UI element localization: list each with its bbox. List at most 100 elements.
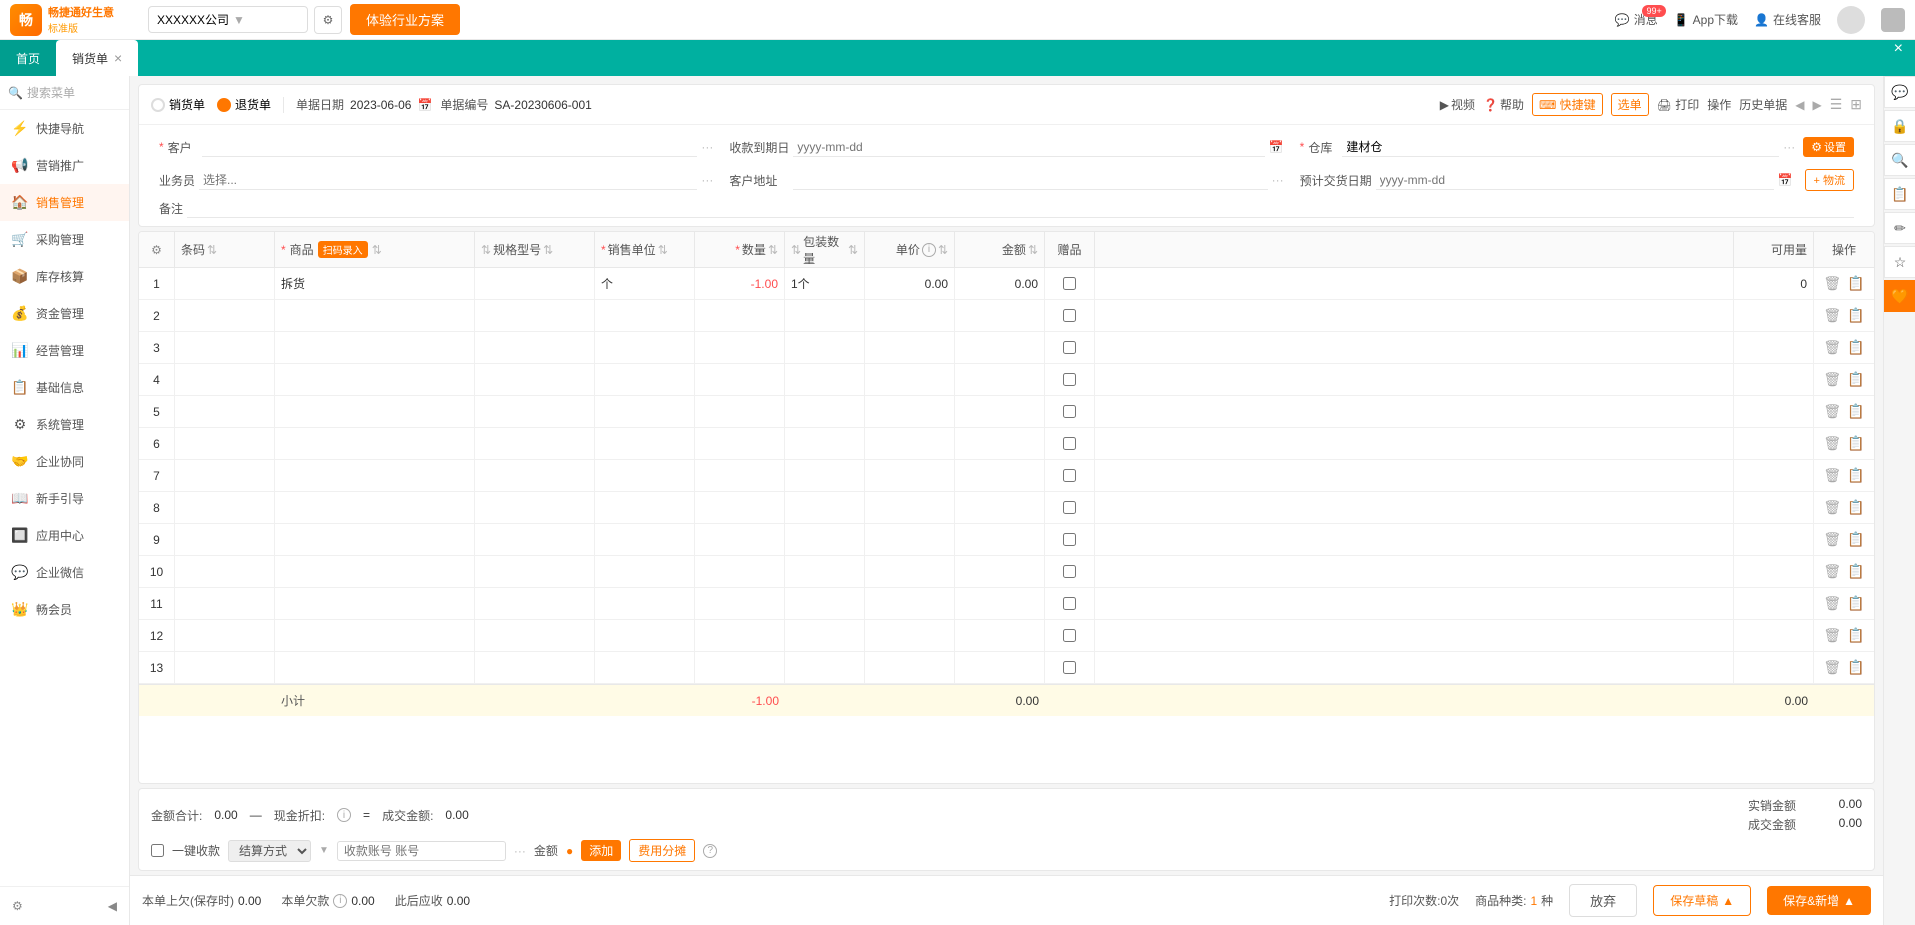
cell-price-9[interactable] [865,524,955,555]
gift-checkbox-5[interactable] [1063,405,1076,418]
owe-info-icon[interactable]: i [333,894,347,908]
cell-pkgqty-4[interactable] [785,364,865,395]
cell-barcode-1[interactable] [175,268,275,299]
cell-pkgqty-1[interactable]: 1个 [785,268,865,299]
warehouse-more-icon[interactable]: ··· [1783,140,1795,154]
cell-product-7[interactable] [275,460,475,491]
app-download-btn[interactable]: 📱 App下载 [1674,11,1738,28]
cell-amount-10[interactable] [955,556,1045,587]
copy-row-icon-4[interactable]: 📋 [1847,371,1864,388]
gift-checkbox-11[interactable] [1063,597,1076,610]
sidebar-item-wechat[interactable]: 💬 企业微信 [0,554,129,591]
cell-barcode-10[interactable] [175,556,275,587]
logistics-button[interactable]: + 物流 [1805,169,1854,191]
cell-product-3[interactable] [275,332,475,363]
cell-price-11[interactable] [865,588,955,619]
cell-price-8[interactable] [865,492,955,523]
cell-amount-3[interactable] [955,332,1045,363]
cell-product-13[interactable] [275,652,475,683]
discard-button[interactable]: 放弃 [1569,884,1637,917]
cell-amount-12[interactable] [955,620,1045,651]
delete-row-icon-10[interactable]: 🗑 [1823,563,1841,580]
sidebar-item-business[interactable]: 📊 经营管理 [0,332,129,369]
sidebar-item-marketing[interactable]: 📢 营销推广 [0,147,129,184]
receipt-date-input[interactable] [793,138,1264,157]
cell-spec-1[interactable] [475,268,595,299]
sidebar-item-collab[interactable]: 🤝 企业协同 [0,443,129,480]
delete-row-icon-6[interactable]: 🗑 [1823,435,1841,452]
trial-button[interactable]: 体验行业方案 [350,4,460,35]
cell-desc-3[interactable] [1095,332,1734,363]
cell-gift-6[interactable] [1045,428,1095,459]
cell-amount-11[interactable] [955,588,1045,619]
copy-row-icon-7[interactable]: 📋 [1847,467,1864,484]
receipt-date-cal-icon[interactable]: 📅 [1269,140,1284,154]
cell-gift-2[interactable] [1045,300,1095,331]
cell-qty-13[interactable] [695,652,785,683]
expected-date-cal-icon[interactable]: 📅 [1778,173,1793,187]
cell-price-6[interactable] [865,428,955,459]
delete-row-icon-11[interactable]: 🗑 [1823,595,1841,612]
cell-pkgqty-9[interactable] [785,524,865,555]
cell-amount-7[interactable] [955,460,1045,491]
cell-spec-13[interactable] [475,652,595,683]
select-list-btn[interactable]: 选单 [1611,93,1649,116]
tab-close-icon[interactable]: × [114,50,122,66]
cell-qty-12[interactable] [695,620,785,651]
remarks-input[interactable] [187,199,1854,218]
add-payment-btn[interactable]: 添加 [581,840,621,861]
delete-row-icon-1[interactable]: 🗑 [1823,275,1841,292]
side-icon-clipboard[interactable]: 📋 [1884,178,1915,210]
cell-amount-2[interactable] [955,300,1045,331]
gift-checkbox-13[interactable] [1063,661,1076,674]
cell-pkgqty-7[interactable] [785,460,865,491]
cell-spec-9[interactable] [475,524,595,555]
settings-gear-btn[interactable]: ⚙ [314,6,342,34]
sidebar-search[interactable]: 🔍 搜索菜单 [0,76,129,110]
tab-sales-order[interactable]: 销货单 × [56,40,138,76]
cell-barcode-4[interactable] [175,364,275,395]
cell-gift-12[interactable] [1045,620,1095,651]
cell-spec-11[interactable] [475,588,595,619]
print-btn[interactable]: 🖨 打印 [1657,96,1700,113]
message-btn[interactable]: 💬 消息 99+ [1615,11,1658,28]
cell-product-5[interactable] [275,396,475,427]
gift-checkbox-3[interactable] [1063,341,1076,354]
gift-checkbox-12[interactable] [1063,629,1076,642]
discount-info-icon[interactable]: i [337,808,351,822]
cell-gift-7[interactable] [1045,460,1095,491]
view-mode-grid-icon[interactable]: ⊞ [1850,96,1862,113]
customer-addr-input[interactable] [793,171,1267,190]
cell-qty-11[interactable] [695,588,785,619]
cell-price-7[interactable] [865,460,955,491]
cell-amount-6[interactable] [955,428,1045,459]
user-avatar2[interactable] [1881,8,1905,32]
sidebar-item-system[interactable]: ⚙ 系统管理 [0,406,129,443]
cell-gift-5[interactable] [1045,396,1095,427]
cell-pkgqty-13[interactable] [785,652,865,683]
gift-checkbox-2[interactable] [1063,309,1076,322]
cell-barcode-11[interactable] [175,588,275,619]
cell-spec-3[interactable] [475,332,595,363]
history-btn[interactable]: 历史单据 [1739,96,1787,113]
cell-qty-5[interactable] [695,396,785,427]
expected-date-input[interactable] [1376,171,1774,190]
cell-unit-6[interactable] [595,428,695,459]
cell-barcode-12[interactable] [175,620,275,651]
cell-price-10[interactable] [865,556,955,587]
cell-unit-7[interactable] [595,460,695,491]
cell-spec-4[interactable] [475,364,595,395]
account-input[interactable] [337,841,506,861]
delete-row-icon-9[interactable]: 🗑 [1823,531,1841,548]
sidebar-item-appstore[interactable]: 🔲 应用中心 [0,517,129,554]
cell-unit-2[interactable] [595,300,695,331]
cell-pkgqty-2[interactable] [785,300,865,331]
cell-spec-5[interactable] [475,396,595,427]
cell-amount-5[interactable] [955,396,1045,427]
cell-unit-11[interactable] [595,588,695,619]
save-new-button[interactable]: 保存&新增 ▲ [1767,886,1871,915]
customer-input[interactable] [202,138,698,157]
delete-row-icon-8[interactable]: 🗑 [1823,499,1841,516]
settings-button[interactable]: ⚙ 设置 [1803,137,1854,157]
cell-qty-1[interactable]: -1.00 [695,268,785,299]
